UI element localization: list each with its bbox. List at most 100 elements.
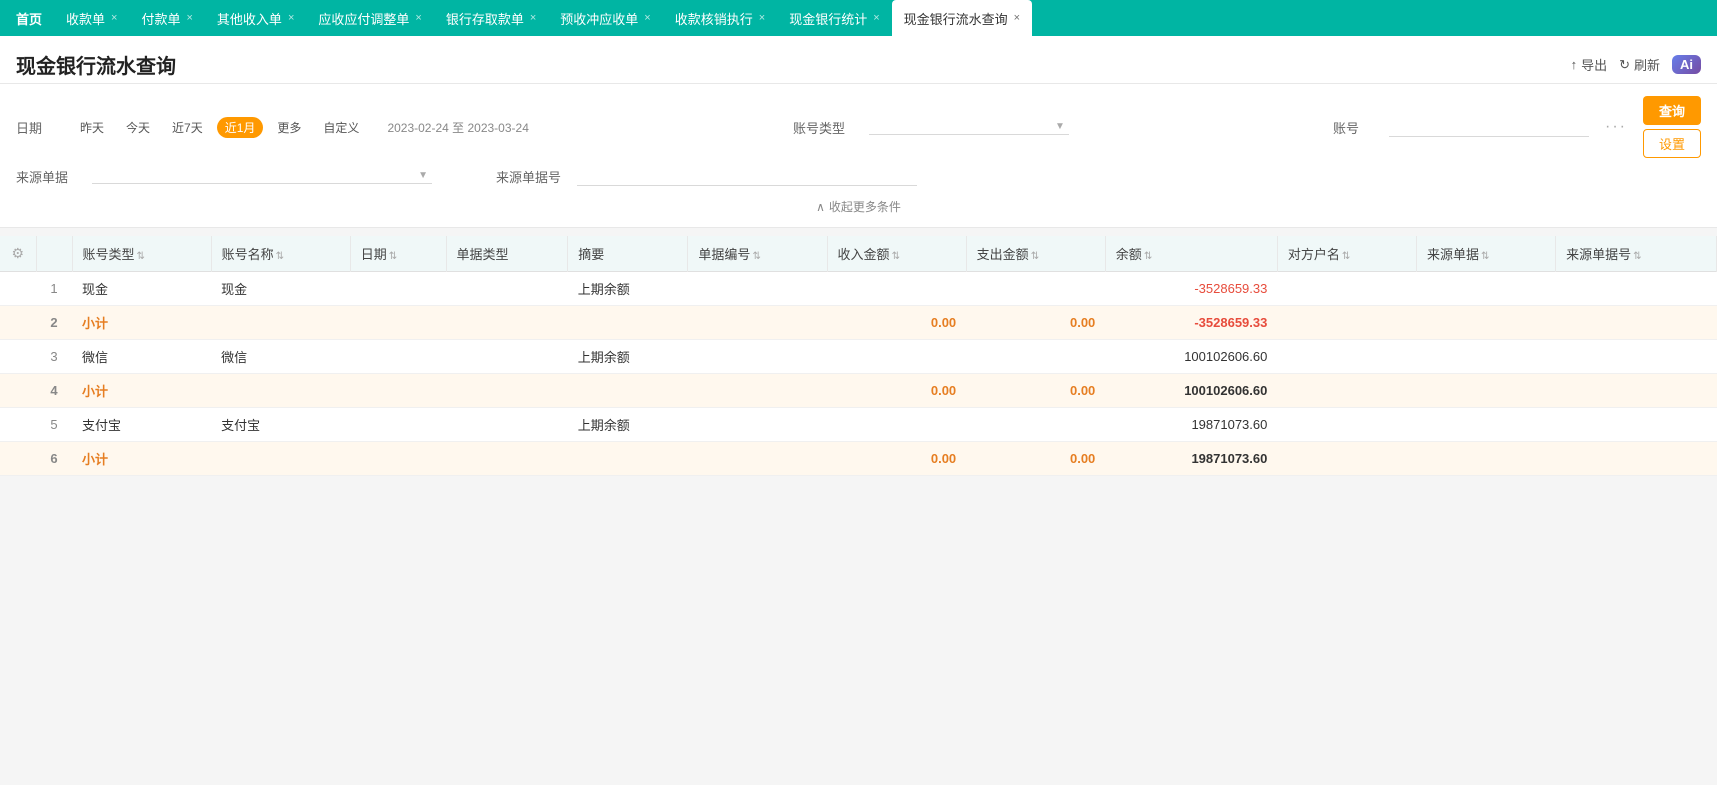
cell-date xyxy=(350,306,446,340)
row-index: 2 xyxy=(36,306,72,340)
page-header: 现金银行流水查询 ↑ 导出 ↻ 刷新 Ai xyxy=(0,36,1717,84)
cell-expense: 0.00 xyxy=(966,374,1105,408)
col-header-date[interactable]: 日期⇅ xyxy=(350,236,446,272)
cell-expense xyxy=(966,408,1105,442)
column-settings-icon[interactable]: ⚙ xyxy=(11,245,24,261)
refresh-button[interactable]: ↻ 刷新 xyxy=(1619,55,1660,74)
tab-close-icon[interactable]: × xyxy=(644,12,650,24)
col-header-source_doc_no[interactable]: 来源单据号⇅ xyxy=(1556,236,1717,272)
account-input[interactable] xyxy=(1389,117,1589,137)
row-index: 4 xyxy=(36,374,72,408)
cell-source_doc xyxy=(1416,306,1555,340)
nav-tab-银行存取款单[interactable]: 银行存取款单× xyxy=(434,0,548,36)
source-doc-no-label: 来源单据号 xyxy=(496,167,561,186)
sort-icon: ⇅ xyxy=(1031,251,1039,262)
cell-counterparty xyxy=(1277,340,1416,374)
nav-tab-现金银行统计[interactable]: 现金银行统计× xyxy=(777,0,891,36)
cell-balance: 19871073.60 xyxy=(1105,442,1277,476)
tab-close-icon[interactable]: × xyxy=(530,12,536,24)
source-doc-no-input[interactable] xyxy=(577,166,917,186)
data-table-container: ⚙账号类型⇅账号名称⇅日期⇅单据类型摘要单据编号⇅收入金额⇅支出金额⇅余额⇅对方… xyxy=(0,236,1717,476)
cell-account_type: 小计 xyxy=(72,374,211,408)
tab-close-icon[interactable]: × xyxy=(759,12,765,24)
cell-income: 0.00 xyxy=(827,306,966,340)
cell-doc_no xyxy=(688,408,827,442)
account-type-select[interactable]: ▼ xyxy=(869,119,1069,135)
cell-summary xyxy=(568,306,688,340)
page-title: 现金银行流水查询 xyxy=(16,50,176,79)
action-buttons: 查询 设置 xyxy=(1643,96,1701,158)
tab-close-icon[interactable]: × xyxy=(288,12,294,24)
export-button[interactable]: ↑ 导出 xyxy=(1571,55,1608,74)
nav-tab-现金银行流水查询[interactable]: 现金银行流水查询× xyxy=(892,0,1032,36)
col-header-counterparty[interactable]: 对方户名⇅ xyxy=(1277,236,1416,272)
cell-counterparty xyxy=(1277,442,1416,476)
col-header-account_type[interactable]: 账号类型⇅ xyxy=(72,236,211,272)
col-header-expense[interactable]: 支出金额⇅ xyxy=(966,236,1105,272)
cell-date xyxy=(350,408,446,442)
cell-doc_type xyxy=(446,306,568,340)
sort-icon: ⇅ xyxy=(892,251,900,262)
nav-tab-付款单[interactable]: 付款单× xyxy=(129,0,204,36)
nav-home[interactable]: 首页 xyxy=(4,0,54,36)
cell-account_type: 微信 xyxy=(72,340,211,374)
cell-source_doc xyxy=(1416,442,1555,476)
query-button[interactable]: 查询 xyxy=(1643,96,1701,125)
chevron-down-icon: ▼ xyxy=(1055,121,1065,132)
nav-tab-应收应付调整单[interactable]: 应收应付调整单× xyxy=(306,0,433,36)
more-options-button[interactable]: ··· xyxy=(1605,118,1627,136)
cell-summary: 上期余额 xyxy=(568,340,688,374)
nav-tab-收款核销执行[interactable]: 收款核销执行× xyxy=(663,0,777,36)
cell-expense: 0.00 xyxy=(966,442,1105,476)
cell-doc_type xyxy=(446,442,568,476)
cell-doc_no xyxy=(688,306,827,340)
sort-icon: ⇅ xyxy=(276,251,284,262)
cell-counterparty xyxy=(1277,272,1416,306)
row-action-cell xyxy=(0,340,36,374)
cell-account_name: 现金 xyxy=(211,272,350,306)
filter-area: 日期 昨天今天近7天近1月更多自定义 2023-02-24 至 2023-03-… xyxy=(0,84,1717,228)
row-action-cell xyxy=(0,408,36,442)
cell-expense xyxy=(966,272,1105,306)
date-option-近1月[interactable]: 近1月 xyxy=(217,117,264,138)
sort-icon: ⇅ xyxy=(1633,251,1641,262)
tab-close-icon[interactable]: × xyxy=(1014,12,1020,24)
cell-summary xyxy=(568,442,688,476)
nav-tab-收款单[interactable]: 收款单× xyxy=(54,0,129,36)
tab-close-icon[interactable]: × xyxy=(415,12,421,24)
cell-balance: -3528659.33 xyxy=(1105,272,1277,306)
nav-tab-其他收入单[interactable]: 其他收入单× xyxy=(205,0,306,36)
source-doc-select[interactable]: ▼ xyxy=(92,168,432,184)
table-row: 3微信微信上期余额100102606.60 xyxy=(0,340,1717,374)
ai-button[interactable]: Ai xyxy=(1672,55,1701,74)
cell-account_name: 微信 xyxy=(211,340,350,374)
col-header-account_name[interactable]: 账号名称⇅ xyxy=(211,236,350,272)
cell-doc_no xyxy=(688,340,827,374)
table-row: 4小计0.000.00100102606.60 xyxy=(0,374,1717,408)
cell-balance: -3528659.33 xyxy=(1105,306,1277,340)
table-row: 6小计0.000.0019871073.60 xyxy=(0,442,1717,476)
date-option-更多[interactable]: 更多 xyxy=(269,117,309,138)
cell-date xyxy=(350,272,446,306)
col-header-source_doc[interactable]: 来源单据⇅ xyxy=(1416,236,1555,272)
date-option-近7天[interactable]: 近7天 xyxy=(164,117,211,138)
col-header-income[interactable]: 收入金额⇅ xyxy=(827,236,966,272)
sort-icon: ⇅ xyxy=(752,251,760,262)
collapse-conditions-button[interactable]: ∧ 收起更多条件 xyxy=(16,194,1701,215)
cell-date xyxy=(350,340,446,374)
header-actions: ↑ 导出 ↻ 刷新 Ai xyxy=(1571,55,1701,74)
source-doc-label: 来源单据 xyxy=(16,167,76,186)
sort-icon: ⇅ xyxy=(137,251,145,262)
date-option-自定义[interactable]: 自定义 xyxy=(315,117,367,138)
filter-row-1: 日期 昨天今天近7天近1月更多自定义 2023-02-24 至 2023-03-… xyxy=(16,96,1701,158)
nav-tab-预收冲应收单[interactable]: 预收冲应收单× xyxy=(548,0,662,36)
date-option-今天[interactable]: 今天 xyxy=(118,117,158,138)
col-header-doc_no[interactable]: 单据编号⇅ xyxy=(688,236,827,272)
tab-close-icon[interactable]: × xyxy=(873,12,879,24)
date-option-昨天[interactable]: 昨天 xyxy=(72,117,112,138)
tab-close-icon[interactable]: × xyxy=(186,12,192,24)
tab-close-icon[interactable]: × xyxy=(111,12,117,24)
col-header-balance[interactable]: 余额⇅ xyxy=(1105,236,1277,272)
cell-doc_type xyxy=(446,272,568,306)
settings-button[interactable]: 设置 xyxy=(1643,129,1701,158)
